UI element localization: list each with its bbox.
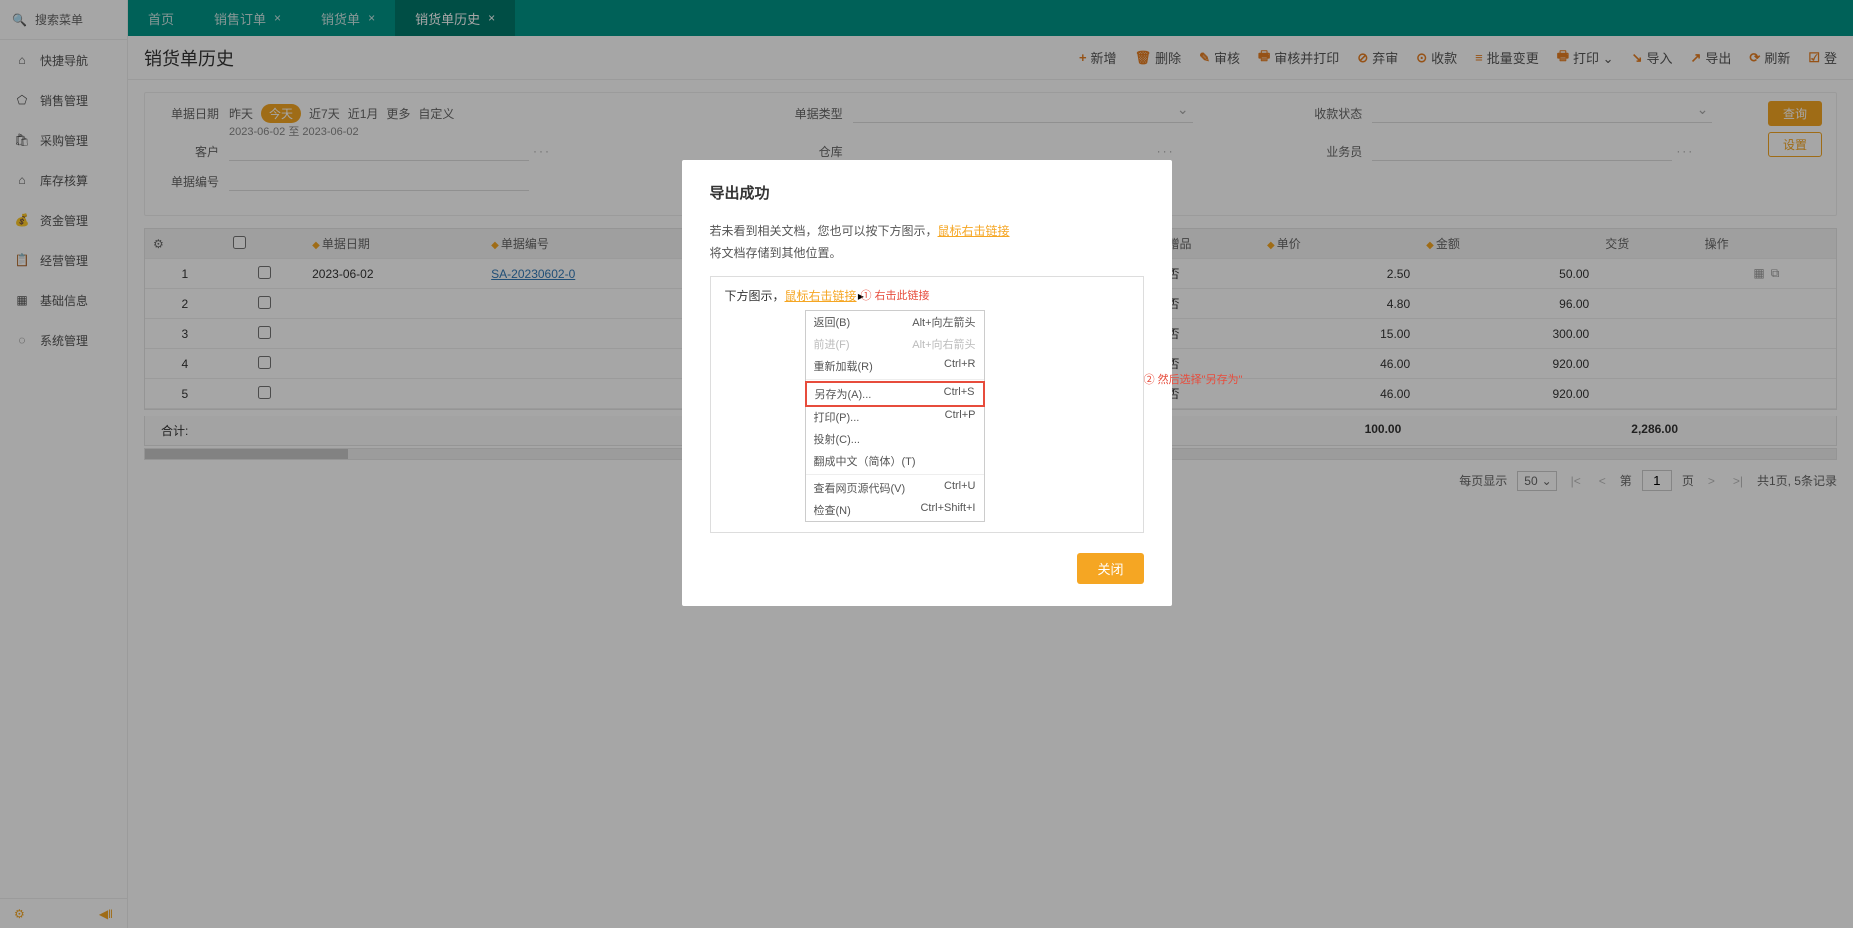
- modal-description: 若未看到相关文档，您也可以按下方图示，鼠标右击链接 将文档存储到其他位置。: [710, 221, 1144, 264]
- instruction-illustration: 下方图示，鼠标右击链接 ▸ ① 右击此链接 返回(B)Alt+向左箭头前进(F)…: [710, 276, 1144, 533]
- ctx-menu-item: 重新加载(R)Ctrl+R: [806, 355, 984, 377]
- modal-close-button[interactable]: 关闭: [1077, 553, 1143, 584]
- modal-overlay: 导出成功 若未看到相关文档，您也可以按下方图示，鼠标右击链接 将文档存储到其他位…: [0, 0, 1853, 928]
- ctx-menu-item: 翻成中文（简体）(T): [806, 450, 984, 472]
- right-click-link[interactable]: 鼠标右击链接: [938, 224, 1010, 238]
- callout-1: ① 右击此链接: [861, 287, 930, 303]
- callout-2: ② 然后选择"另存为": [1144, 371, 1243, 387]
- instr-link: 鼠标右击链接: [785, 289, 857, 303]
- ctx-menu-item: 返回(B)Alt+向左箭头: [806, 311, 984, 333]
- ctx-menu-item: 检查(N)Ctrl+Shift+I: [806, 499, 984, 521]
- context-menu-illustration: 返回(B)Alt+向左箭头前进(F)Alt+向右箭头重新加载(R)Ctrl+R 另…: [805, 310, 985, 522]
- ctx-menu-item: 查看网页源代码(V)Ctrl+U: [806, 477, 984, 499]
- modal-title: 导出成功: [710, 182, 1144, 203]
- export-success-modal: 导出成功 若未看到相关文档，您也可以按下方图示，鼠标右击链接 将文档存储到其他位…: [682, 160, 1172, 606]
- ctx-menu-item: 另存为(A)...Ctrl+S: [805, 381, 985, 407]
- ctx-menu-item: 投射(C)...: [806, 428, 984, 450]
- ctx-menu-item: 打印(P)...Ctrl+P: [806, 406, 984, 428]
- ctx-menu-item: 前进(F)Alt+向右箭头: [806, 333, 984, 355]
